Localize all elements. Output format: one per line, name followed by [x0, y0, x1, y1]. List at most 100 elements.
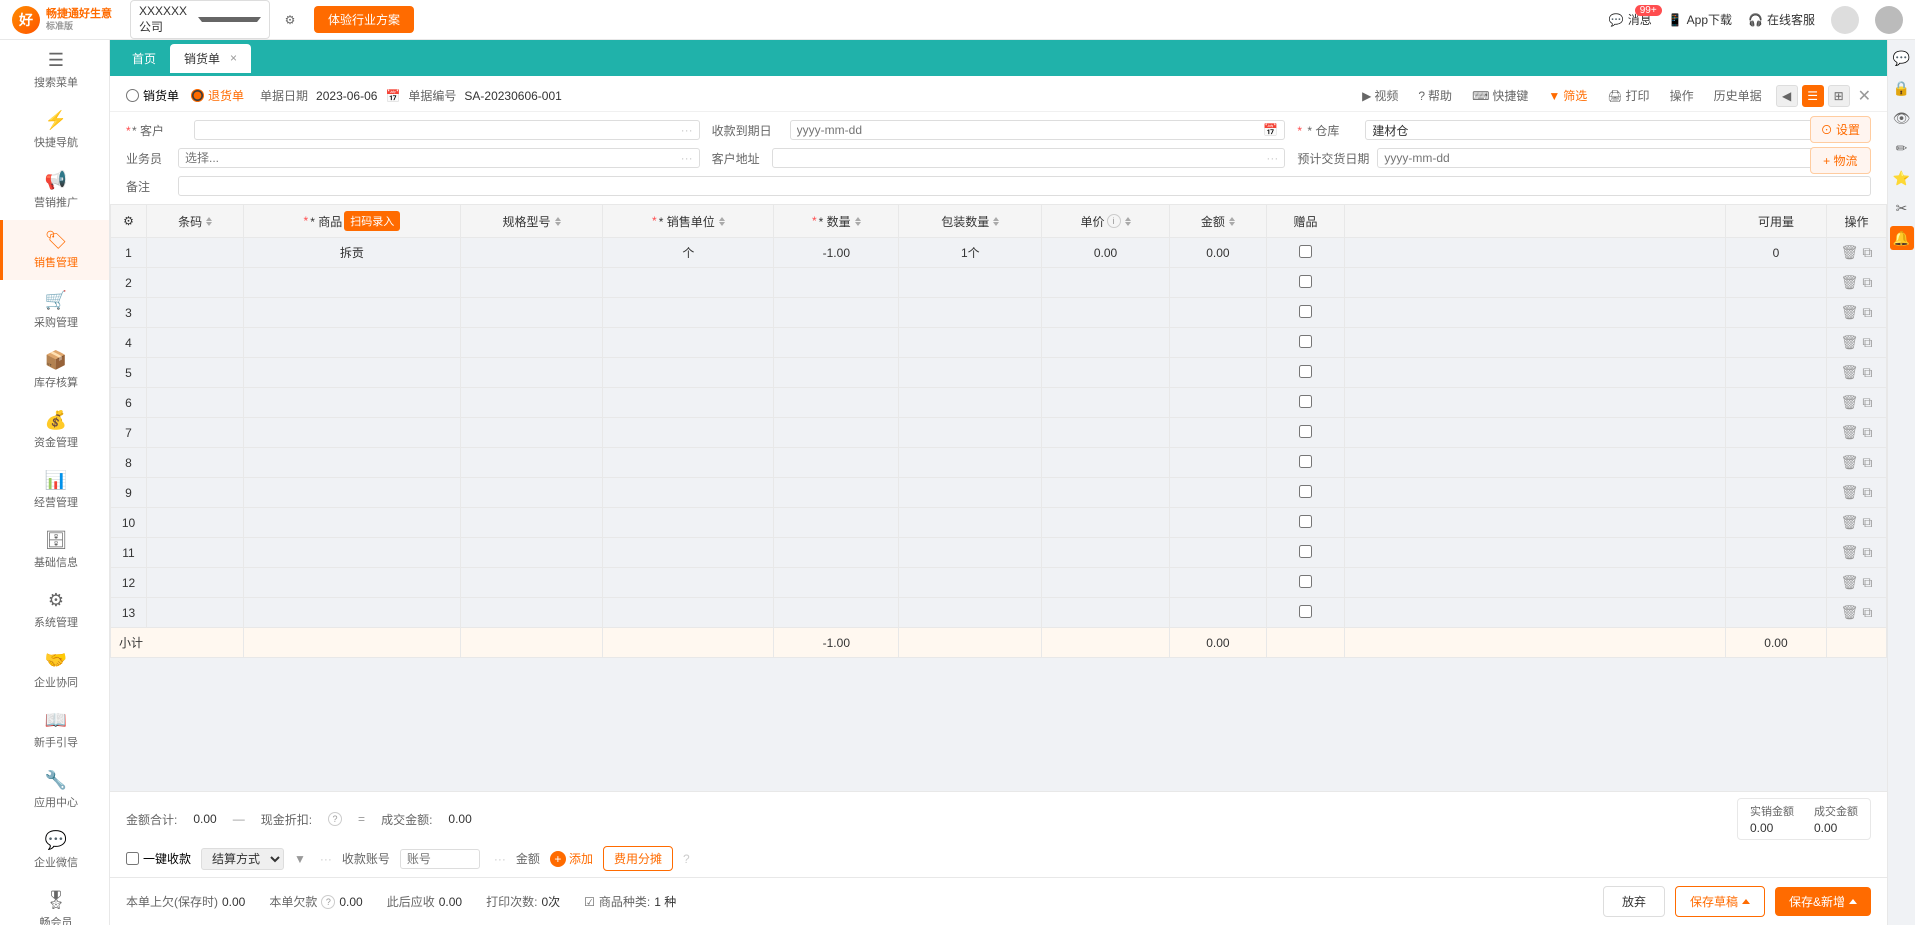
- gift-checkbox[interactable]: [1299, 515, 1312, 528]
- row-barcode[interactable]: [147, 598, 244, 628]
- row-gift[interactable]: [1266, 508, 1344, 538]
- add-payment-btn[interactable]: + 添加: [550, 850, 593, 867]
- row-unit-price[interactable]: 0.00: [1042, 238, 1170, 268]
- row-amount[interactable]: [1169, 448, 1266, 478]
- row-gift[interactable]: [1266, 598, 1344, 628]
- row-barcode[interactable]: [147, 388, 244, 418]
- calc-method-select[interactable]: 结算方式: [201, 848, 284, 870]
- row-gift[interactable]: [1266, 298, 1344, 328]
- delete-icon[interactable]: 🗑: [1841, 424, 1859, 441]
- row-unit[interactable]: [603, 598, 774, 628]
- shortcut-btn[interactable]: ⌨ 快捷键: [1466, 84, 1534, 107]
- gift-checkbox[interactable]: [1299, 305, 1312, 318]
- row-gift[interactable]: [1266, 538, 1344, 568]
- delete-icon[interactable]: 🗑: [1841, 334, 1859, 351]
- history-btn[interactable]: 历史单据: [1708, 84, 1768, 107]
- row-spec[interactable]: [460, 448, 603, 478]
- delete-icon[interactable]: 🗑: [1841, 454, 1859, 471]
- right-panel-lock-icon[interactable]: 🔒: [1890, 76, 1914, 100]
- row-qty[interactable]: [774, 478, 899, 508]
- row-unit-price[interactable]: [1042, 388, 1170, 418]
- customer-input-wrap[interactable]: ···: [194, 120, 700, 140]
- row-qty[interactable]: [774, 508, 899, 538]
- row-amount[interactable]: [1169, 358, 1266, 388]
- row-qty[interactable]: [774, 328, 899, 358]
- row-qty[interactable]: [774, 388, 899, 418]
- row-spec[interactable]: [460, 568, 603, 598]
- account-dots[interactable]: ···: [494, 852, 506, 866]
- tab-close-icon[interactable]: ×: [230, 51, 237, 65]
- sidebar-item-shortcuts[interactable]: ⚡ 快捷导航: [0, 100, 109, 160]
- copy-icon[interactable]: ⧉: [1862, 454, 1872, 471]
- row-product[interactable]: [244, 388, 461, 418]
- row-spec[interactable]: [460, 598, 603, 628]
- row-unit[interactable]: [603, 478, 774, 508]
- copy-icon[interactable]: ⧉: [1862, 394, 1872, 411]
- remarks-input[interactable]: [185, 179, 1864, 193]
- sidebar-item-marketing[interactable]: 📢 营销推广: [0, 160, 109, 220]
- overdue-info-icon[interactable]: ?: [321, 895, 335, 909]
- row-amount[interactable]: [1169, 388, 1266, 418]
- row-product[interactable]: [244, 598, 461, 628]
- row-unit[interactable]: 个: [603, 238, 774, 268]
- copy-icon[interactable]: ⧉: [1862, 424, 1872, 441]
- copy-icon[interactable]: ⧉: [1862, 544, 1872, 561]
- expected-date-input[interactable]: [1384, 151, 1845, 165]
- row-qty[interactable]: [774, 448, 899, 478]
- row-barcode[interactable]: [147, 358, 244, 388]
- row-unit-price[interactable]: [1042, 328, 1170, 358]
- row-pkg-qty[interactable]: [899, 358, 1042, 388]
- payment-account-input[interactable]: [400, 849, 480, 869]
- copy-icon[interactable]: ⧉: [1862, 574, 1872, 591]
- salesperson-dots[interactable]: ···: [681, 151, 693, 165]
- gift-checkbox[interactable]: [1299, 485, 1312, 498]
- salesperson-input-wrap[interactable]: ···: [178, 148, 700, 168]
- row-barcode[interactable]: [147, 418, 244, 448]
- row-spec[interactable]: [460, 388, 603, 418]
- row-gift[interactable]: [1266, 328, 1344, 358]
- row-pkg-qty[interactable]: [899, 448, 1042, 478]
- row-gift[interactable]: [1266, 268, 1344, 298]
- row-unit-price[interactable]: [1042, 508, 1170, 538]
- row-spec[interactable]: [460, 328, 603, 358]
- fee-split-button[interactable]: 费用分摊: [603, 846, 673, 871]
- row-spec[interactable]: [460, 358, 603, 388]
- row-unit-price[interactable]: [1042, 418, 1170, 448]
- row-barcode[interactable]: [147, 478, 244, 508]
- row-qty[interactable]: [774, 268, 899, 298]
- customer-address-input-wrap[interactable]: ···: [772, 148, 1286, 168]
- delete-icon[interactable]: 🗑: [1841, 514, 1859, 531]
- customer-address-input[interactable]: [779, 151, 1263, 165]
- th-gear[interactable]: ⚙: [111, 205, 147, 238]
- tab-sales-order[interactable]: 销货单 ×: [170, 44, 251, 73]
- row-amount[interactable]: [1169, 268, 1266, 298]
- row-barcode[interactable]: [147, 238, 244, 268]
- right-panel-eye-icon[interactable]: 👁: [1890, 106, 1914, 130]
- gift-checkbox[interactable]: [1299, 335, 1312, 348]
- row-amount[interactable]: [1169, 328, 1266, 358]
- row-pkg-qty[interactable]: [899, 508, 1042, 538]
- row-amount[interactable]: [1169, 418, 1266, 448]
- online-service-link[interactable]: 🎧 在线客服: [1748, 11, 1815, 28]
- row-unit[interactable]: [603, 298, 774, 328]
- avatar[interactable]: [1831, 6, 1859, 34]
- gift-checkbox[interactable]: [1299, 425, 1312, 438]
- row-unit[interactable]: [603, 418, 774, 448]
- row-unit[interactable]: [603, 568, 774, 598]
- row-pkg-qty[interactable]: [899, 568, 1042, 598]
- row-product[interactable]: 拆贡: [244, 238, 461, 268]
- help-btn[interactable]: ? 帮助: [1412, 84, 1458, 107]
- row-spec[interactable]: [460, 538, 603, 568]
- row-unit-price[interactable]: [1042, 298, 1170, 328]
- gift-checkbox[interactable]: [1299, 575, 1312, 588]
- gift-checkbox[interactable]: [1299, 605, 1312, 618]
- salesperson-input[interactable]: [185, 151, 677, 165]
- avatar-dropdown[interactable]: [1875, 6, 1903, 34]
- row-pkg-qty[interactable]: [899, 328, 1042, 358]
- abandon-button[interactable]: 放弃: [1603, 886, 1665, 917]
- gift-checkbox[interactable]: [1299, 275, 1312, 288]
- right-panel-chat-icon[interactable]: 💬: [1890, 46, 1914, 70]
- row-amount[interactable]: [1169, 568, 1266, 598]
- row-amount[interactable]: 0.00: [1169, 238, 1266, 268]
- right-panel-star-icon[interactable]: ⭐: [1890, 166, 1914, 190]
